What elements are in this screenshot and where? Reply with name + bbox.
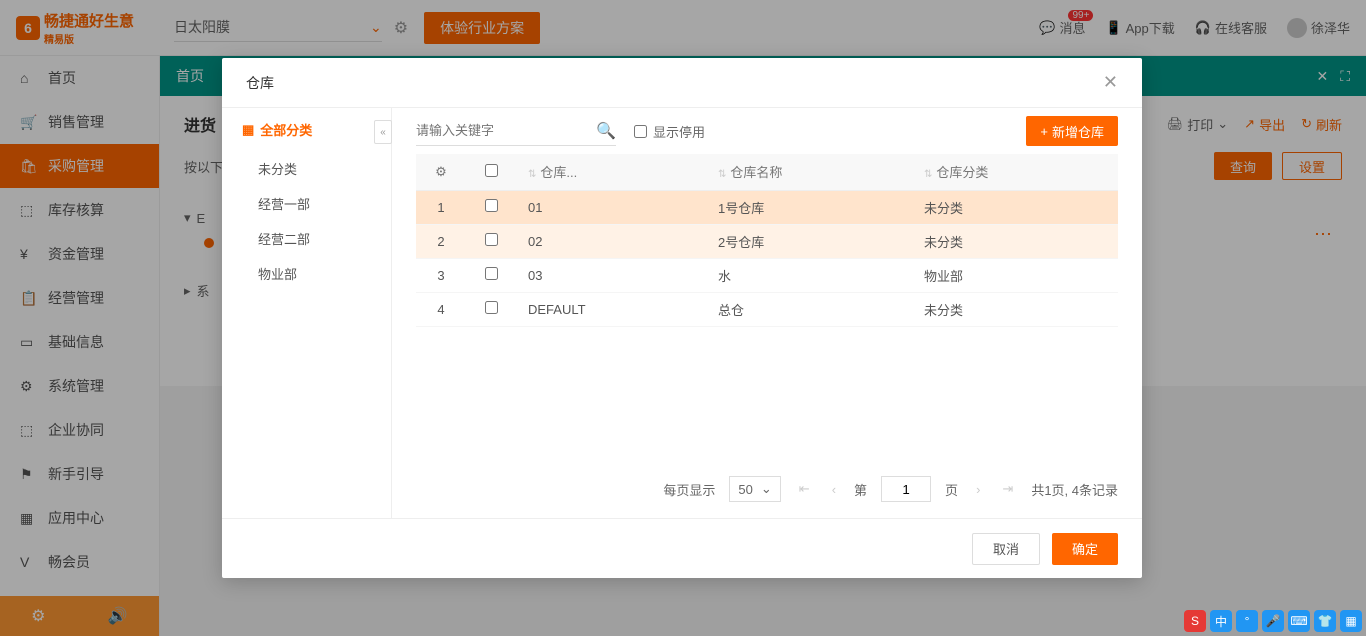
first-page-icon[interactable]: ⇤	[795, 481, 814, 497]
row-check[interactable]	[466, 224, 516, 258]
col-gear[interactable]: ⚙	[416, 154, 466, 190]
search-input[interactable]	[416, 117, 596, 145]
sort-icon: ⇅	[718, 169, 726, 180]
gear-icon: ⚙	[435, 164, 447, 179]
table-row[interactable]: 2 02 2号仓库 未分类	[416, 224, 1118, 258]
category-item[interactable]: 物业部	[242, 256, 371, 291]
close-icon[interactable]: ✕	[1103, 72, 1118, 93]
row-cat: 未分类	[912, 224, 1118, 258]
row-cat: 未分类	[912, 190, 1118, 224]
category-item[interactable]: 经营二部	[242, 221, 371, 256]
table-row[interactable]: 4 DEFAULT 总仓 未分类	[416, 292, 1118, 326]
row-checkbox[interactable]	[485, 267, 498, 280]
row-code: 01	[516, 190, 706, 224]
sort-icon: ⇅	[924, 169, 932, 180]
show-disabled-checkbox[interactable]	[634, 125, 647, 138]
category-all-label: 全部分类	[260, 120, 312, 139]
check-all[interactable]	[485, 164, 498, 177]
row-index: 2	[416, 224, 466, 258]
category-item[interactable]: 经营一部	[242, 186, 371, 221]
modal-header: 仓库 ✕	[222, 58, 1142, 108]
per-page-select[interactable]: 50 ⌄	[729, 476, 780, 502]
page-label-a: 第	[854, 480, 867, 499]
plus-icon: +	[1040, 124, 1048, 139]
search-icon[interactable]: 🔍	[596, 121, 616, 141]
ime-tray: S 中 ° 🎤 ⌨ 👕 ▦	[1184, 610, 1362, 632]
grid-icon: ▦	[242, 122, 254, 138]
row-index: 3	[416, 258, 466, 292]
row-code: 03	[516, 258, 706, 292]
ime-lang-icon[interactable]: 中	[1210, 610, 1232, 632]
row-index: 4	[416, 292, 466, 326]
per-page-label: 每页显示	[663, 480, 715, 499]
category-panel: ▦ 全部分类 未分类 经营一部 经营二部 物业部 «	[222, 108, 392, 518]
row-cat: 物业部	[912, 258, 1118, 292]
ime-skin-icon[interactable]: 👕	[1314, 610, 1336, 632]
col-cat[interactable]: ⇅ 仓库分类	[912, 154, 1118, 190]
table-panel: 🔍 显示停用 + 新增仓库 ⚙ ⇅ 仓库... ⇅ 仓库名称	[392, 108, 1142, 518]
pager: 每页显示 50 ⌄ ⇤ ‹ 第 页 › ⇥ 共1页, 4条记录	[416, 468, 1118, 510]
ime-icon[interactable]: S	[1184, 610, 1206, 632]
collapse-icon[interactable]: «	[374, 120, 392, 144]
warehouse-modal: 仓库 ✕ ▦ 全部分类 未分类 经营一部 经营二部 物业部 « 🔍 显示停用	[222, 58, 1142, 578]
add-warehouse-label: 新增仓库	[1052, 122, 1104, 141]
prev-page-icon[interactable]: ‹	[828, 482, 840, 497]
row-code: DEFAULT	[516, 292, 706, 326]
category-all[interactable]: ▦ 全部分类	[242, 120, 371, 139]
row-index: 1	[416, 190, 466, 224]
sort-icon: ⇅	[528, 169, 536, 180]
show-disabled-toggle[interactable]: 显示停用	[634, 122, 705, 141]
page-label-b: 页	[945, 480, 958, 499]
ime-keyboard-icon[interactable]: ⌨	[1288, 610, 1310, 632]
cancel-button[interactable]: 取消	[972, 533, 1040, 565]
next-page-icon[interactable]: ›	[972, 482, 984, 497]
table-toolbar: 🔍 显示停用 + 新增仓库	[416, 116, 1118, 146]
row-wname: 水	[706, 258, 912, 292]
row-checkbox[interactable]	[485, 199, 498, 212]
col-name-label: 仓库名称	[730, 165, 782, 180]
modal-footer: 取消 确定	[222, 518, 1142, 578]
row-cat: 未分类	[912, 292, 1118, 326]
row-check[interactable]	[466, 190, 516, 224]
warehouse-table: ⚙ ⇅ 仓库... ⇅ 仓库名称 ⇅ 仓库分类 1 01 1号仓库 未分类 2 02 …	[416, 154, 1118, 327]
show-disabled-label: 显示停用	[653, 122, 705, 141]
ime-punct-icon[interactable]: °	[1236, 610, 1258, 632]
last-page-icon[interactable]: ⇥	[998, 481, 1017, 497]
ok-button[interactable]: 确定	[1052, 533, 1118, 565]
row-wname: 总仓	[706, 292, 912, 326]
col-cat-label: 仓库分类	[936, 165, 988, 180]
col-code[interactable]: ⇅ 仓库...	[516, 154, 706, 190]
row-wname: 2号仓库	[706, 224, 912, 258]
row-code: 02	[516, 224, 706, 258]
search-box: 🔍	[416, 117, 616, 146]
row-checkbox[interactable]	[485, 233, 498, 246]
row-check[interactable]	[466, 258, 516, 292]
chevron-down-icon: ⌄	[761, 481, 772, 497]
modal-title: 仓库	[246, 73, 274, 93]
pager-summary: 共1页, 4条记录	[1031, 480, 1118, 499]
col-check[interactable]	[466, 154, 516, 190]
per-page-value: 50	[738, 482, 752, 497]
col-name[interactable]: ⇅ 仓库名称	[706, 154, 912, 190]
table-row[interactable]: 1 01 1号仓库 未分类	[416, 190, 1118, 224]
row-wname: 1号仓库	[706, 190, 912, 224]
row-checkbox[interactable]	[485, 301, 498, 314]
ime-grid-icon[interactable]: ▦	[1340, 610, 1362, 632]
table-row[interactable]: 3 03 水 物业部	[416, 258, 1118, 292]
table-header-row: ⚙ ⇅ 仓库... ⇅ 仓库名称 ⇅ 仓库分类	[416, 154, 1118, 190]
row-check[interactable]	[466, 292, 516, 326]
page-number-input[interactable]	[881, 476, 931, 502]
category-item[interactable]: 未分类	[242, 151, 371, 186]
add-warehouse-button[interactable]: + 新增仓库	[1026, 116, 1118, 146]
col-code-label: 仓库...	[540, 165, 577, 180]
ime-mic-icon[interactable]: 🎤	[1262, 610, 1284, 632]
